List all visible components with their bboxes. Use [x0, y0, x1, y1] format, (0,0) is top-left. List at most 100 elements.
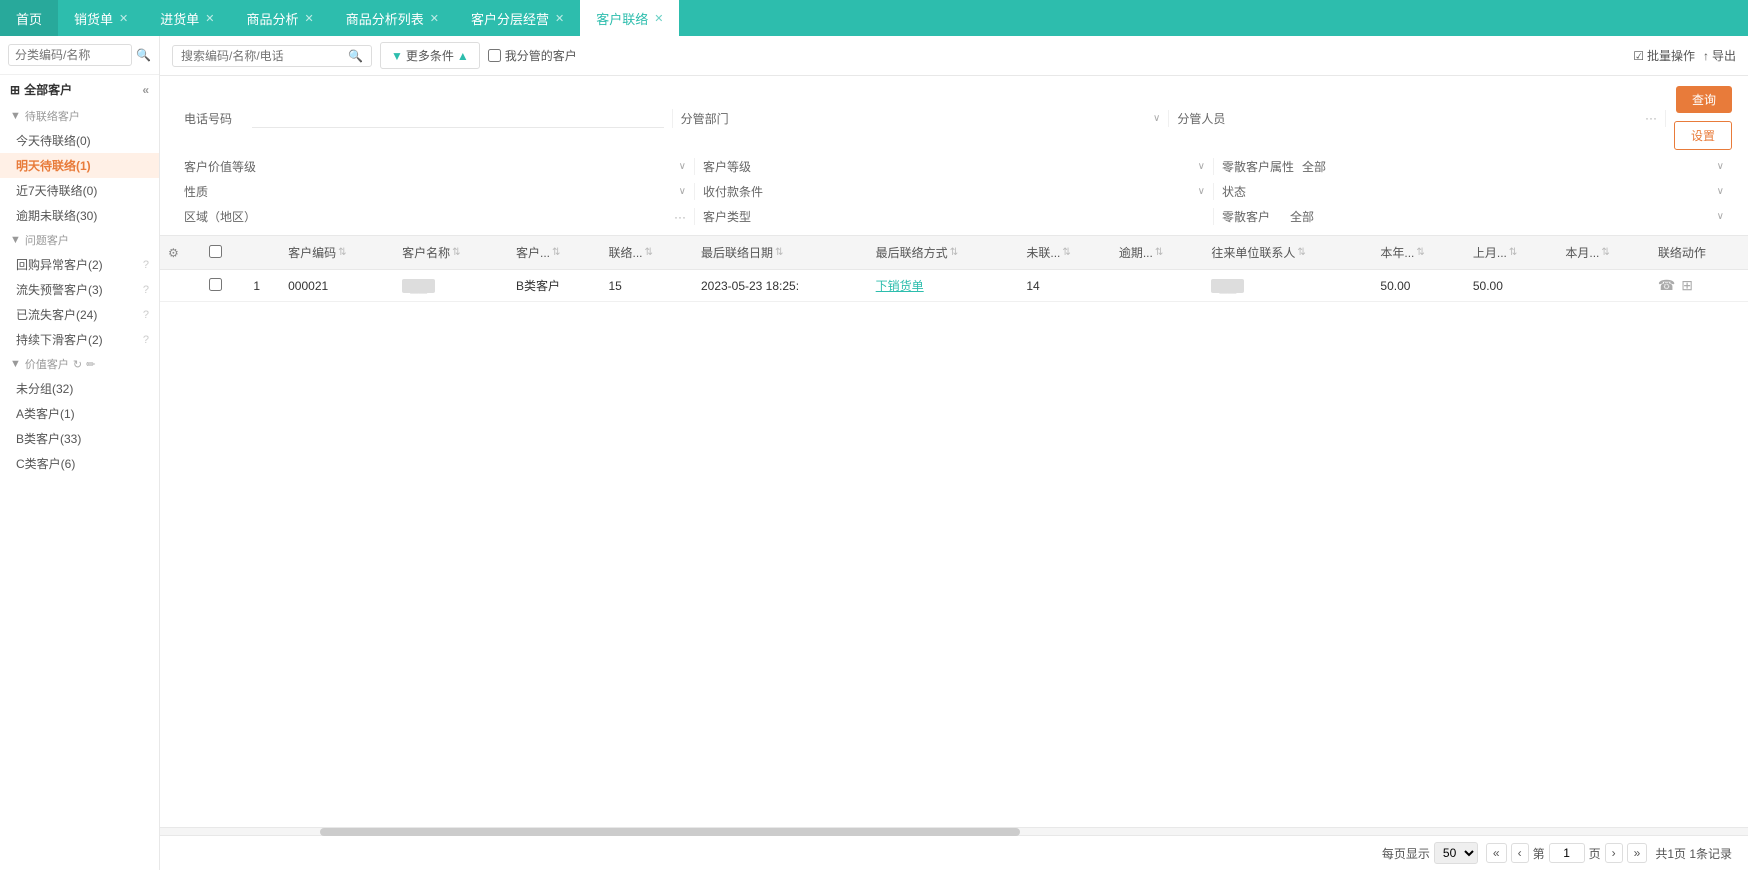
toolbar-search-input[interactable]	[181, 49, 348, 63]
row-checkbox[interactable]	[209, 278, 222, 291]
sort-icon: ⇅	[1416, 247, 1424, 258]
last-contact-way-link[interactable]: 下销货单	[876, 279, 924, 293]
nav-home[interactable]: 首页	[0, 0, 58, 36]
th-last-contact-way[interactable]: 最后联络方式⇅	[868, 236, 1019, 270]
select-all-checkbox[interactable]	[209, 245, 222, 258]
sidebar-item-repurchase-abnormal[interactable]: 回购异常客户(2) ?	[0, 252, 159, 277]
sidebar-item-week-pending[interactable]: 近7天待联络(0)	[0, 178, 159, 203]
sidebar-item-today-pending[interactable]: 今天待联络(0)	[0, 128, 159, 153]
td-last-contact-way[interactable]: 下销货单	[868, 270, 1019, 302]
th-code[interactable]: 客户编码⇅	[280, 236, 394, 270]
query-button[interactable]: 查询	[1676, 86, 1732, 113]
toolbar-search-box: 🔍	[172, 45, 372, 67]
filter-row-2: 客户价值等级 ∨ 客户等级 ∨ 零散客户属性 全部	[176, 158, 1732, 175]
sidebar-item-declining[interactable]: 持续下滑客户(2) ?	[0, 327, 159, 352]
td-type: B类客户	[508, 270, 600, 302]
customer-table: ⚙ 客户编码⇅ 客户名称⇅ 客户...⇅ 联络...⇅ 最后联络日期⇅ 最后联络…	[160, 236, 1748, 302]
th-checkbox[interactable]	[201, 236, 245, 270]
close-icon[interactable]: ✕	[119, 12, 128, 25]
filter-region-select[interactable]: ···	[264, 210, 686, 224]
last-page-btn[interactable]: »	[1627, 843, 1648, 863]
sidebar-pending-group[interactable]: ▼ 待联络客户	[0, 104, 159, 128]
refresh-icon[interactable]: ↻	[73, 358, 82, 371]
collapse-icon[interactable]: «	[142, 83, 149, 97]
sidebar-item-ungrouped[interactable]: 未分组(32)	[0, 376, 159, 401]
chevron-down-icon: ∨	[1153, 113, 1160, 124]
th-name[interactable]: 客户名称⇅	[394, 236, 508, 270]
my-customers-checkbox-label[interactable]: 我分管的客户	[488, 47, 577, 64]
sidebar-item-overdue-pending[interactable]: 逾期未联络(30)	[0, 203, 159, 228]
nav-purchase-order[interactable]: 进货单 ✕	[144, 0, 230, 36]
question-icon[interactable]: ?	[143, 334, 149, 346]
close-icon[interactable]: ✕	[305, 12, 314, 25]
top-nav: 首页 销货单 ✕ 进货单 ✕ 商品分析 ✕ 商品分析列表 ✕ 客户分层经营 ✕ …	[0, 0, 1748, 36]
question-icon[interactable]: ?	[143, 284, 149, 296]
filter-status-select[interactable]: ∨	[1290, 186, 1724, 197]
close-icon[interactable]: ✕	[430, 12, 439, 25]
phone-icon[interactable]: ☎	[1658, 277, 1675, 294]
reset-button[interactable]: 设置	[1674, 121, 1732, 150]
gear-icon[interactable]: ⚙	[168, 246, 179, 260]
my-customers-checkbox[interactable]	[488, 49, 501, 62]
sidebar-item-tomorrow-pending[interactable]: 明天待联络(1)	[0, 153, 159, 178]
edit-icon[interactable]: ✏	[86, 358, 95, 371]
th-overdue[interactable]: 逾期...⇅	[1111, 236, 1203, 270]
nav-customer-contact[interactable]: 客户联络 ✕	[580, 0, 679, 36]
th-last-month[interactable]: 上月...⇅	[1465, 236, 1557, 270]
td-checkbox[interactable]	[201, 270, 245, 302]
nav-product-analysis[interactable]: 商品分析 ✕	[230, 0, 329, 36]
more-conditions-btn[interactable]: ▼ 更多条件 ▲	[380, 42, 480, 69]
first-page-btn[interactable]: «	[1486, 843, 1507, 863]
filter-customer-level-select[interactable]: ∨	[771, 161, 1205, 172]
sidebar-search-icon[interactable]: 🔍	[136, 48, 151, 62]
nav-customer-layered[interactable]: 客户分层经营 ✕	[455, 0, 580, 36]
question-icon[interactable]: ?	[143, 309, 149, 321]
th-contact[interactable]: 联络...⇅	[600, 236, 692, 270]
page-number-input[interactable]	[1549, 843, 1585, 863]
scrollbar-thumb[interactable]	[320, 828, 1020, 836]
filter-manager: 分管人员 ···	[1169, 110, 1666, 127]
main-layout: 🔍 ⊞ 全部客户 « ▼ 待联络客户 今天待联络(0) 明天待联络(1) 近7天…	[0, 36, 1748, 870]
sidebar-item-b-class[interactable]: B类客户(33)	[0, 426, 159, 451]
page-size-select[interactable]: 50	[1434, 842, 1478, 864]
filter-retail-customer-select[interactable]: 全部 ∨	[1290, 208, 1724, 225]
sidebar-search-input[interactable]	[8, 44, 132, 66]
filter-phone-input[interactable]	[252, 109, 664, 128]
sidebar-all-customers[interactable]: ⊞ 全部客户 «	[0, 75, 159, 104]
batch-op-btn[interactable]: ☑ 批量操作	[1633, 47, 1695, 64]
filter-manager-select[interactable]: ···	[1245, 111, 1657, 125]
close-icon[interactable]: ✕	[555, 12, 564, 25]
filter-dept: 分管部门 ∨	[673, 110, 1170, 127]
filter-nature-select[interactable]: ∨	[252, 186, 686, 197]
th-unit-contact[interactable]: 往来单位联系人⇅	[1203, 236, 1372, 270]
th-this-year[interactable]: 本年...⇅	[1372, 236, 1464, 270]
th-last-contact-date[interactable]: 最后联络日期⇅	[693, 236, 868, 270]
next-page-btn[interactable]: ›	[1605, 843, 1623, 863]
sidebar-problem-group[interactable]: ▼ 问题客户	[0, 228, 159, 252]
filter-retail-attr-select[interactable]: 全部 ∨	[1302, 158, 1724, 175]
nav-sales-order[interactable]: 销货单 ✕	[58, 0, 144, 36]
export-btn[interactable]: ↑ 导出	[1703, 47, 1736, 64]
sidebar-item-a-class[interactable]: A类客户(1)	[0, 401, 159, 426]
filter-row-1: 电话号码 分管部门 ∨ 分管人员 ···	[176, 86, 1732, 150]
filter-value-level-select[interactable]: ∨	[264, 161, 686, 172]
close-icon[interactable]: ✕	[654, 12, 663, 25]
sidebar-value-group[interactable]: ▼ 价值客户 ↻ ✏	[0, 352, 159, 376]
filter-payment-select[interactable]: ∨	[771, 186, 1205, 197]
close-icon[interactable]: ✕	[205, 12, 214, 25]
th-type[interactable]: 客户...⇅	[508, 236, 600, 270]
th-gear[interactable]: ⚙	[160, 236, 201, 270]
th-this-month[interactable]: 本月...⇅	[1557, 236, 1649, 270]
sidebar-item-c-class[interactable]: C类客户(6)	[0, 451, 159, 476]
grid-action-icon[interactable]: ⊞	[1681, 277, 1693, 294]
filter-dept-select[interactable]: ∨	[749, 113, 1161, 124]
search-icon[interactable]: 🔍	[348, 49, 363, 63]
nav-product-analysis-list[interactable]: 商品分析列表 ✕	[330, 0, 455, 36]
th-not-contacted[interactable]: 未联...⇅	[1018, 236, 1110, 270]
sidebar-item-loss-warning[interactable]: 流失预警客户(3) ?	[0, 277, 159, 302]
th-action: 联络动作	[1650, 236, 1748, 270]
question-icon[interactable]: ?	[143, 259, 149, 271]
prev-page-btn[interactable]: ‹	[1511, 843, 1529, 863]
sidebar-item-lost[interactable]: 已流失客户(24) ?	[0, 302, 159, 327]
td-index: 1	[245, 270, 280, 302]
